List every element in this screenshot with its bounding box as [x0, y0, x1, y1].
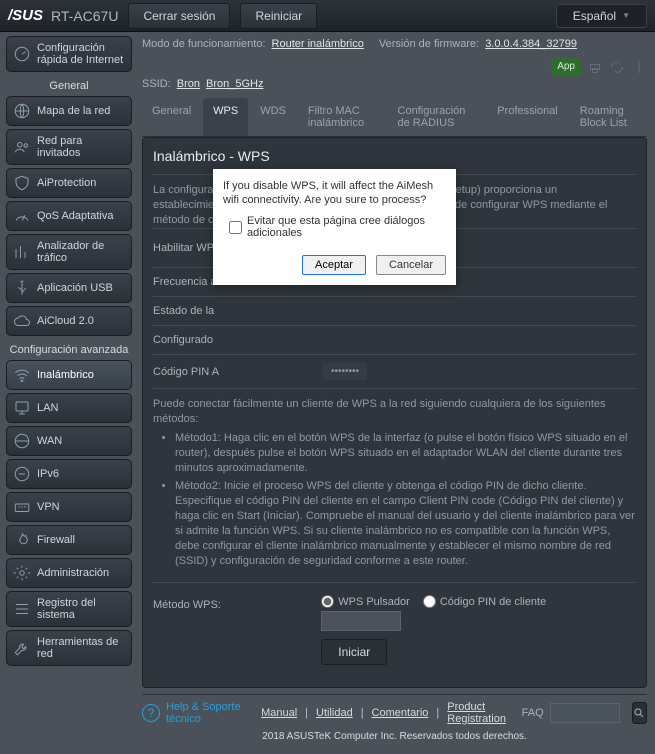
- dialog-text: If you disable WPS, it will affect the A…: [223, 179, 446, 207]
- prevent-dialogs-checkbox[interactable]: Evitar que esta página cree diálogos adi…: [229, 215, 446, 239]
- dialog-ok-button[interactable]: Aceptar: [302, 255, 366, 275]
- confirm-dialog: If you disable WPS, it will affect the A…: [213, 169, 456, 285]
- footer-link-feedback[interactable]: Comentario: [372, 707, 429, 719]
- help-icon[interactable]: ?: [142, 704, 160, 722]
- dialog-cancel-button[interactable]: Cancelar: [376, 255, 446, 275]
- help-label[interactable]: Help & Soporte técnico: [166, 701, 241, 725]
- faq-search-input[interactable]: [550, 703, 620, 723]
- footer-link-utility[interactable]: Utilidad: [316, 707, 353, 719]
- footer-bar: ? Help & Soporte técnico Manual | Utilid…: [142, 694, 647, 727]
- copyright: 2018 ASUSTeK Computer Inc. Reservados to…: [142, 727, 647, 746]
- search-button[interactable]: [632, 702, 647, 724]
- modal-backdrop: If you disable WPS, it will affect the A…: [0, 0, 655, 687]
- footer-link-registration[interactable]: Product Registration: [447, 701, 513, 725]
- faq-label: FAQ: [522, 707, 544, 719]
- footer-link-manual[interactable]: Manual: [261, 707, 297, 719]
